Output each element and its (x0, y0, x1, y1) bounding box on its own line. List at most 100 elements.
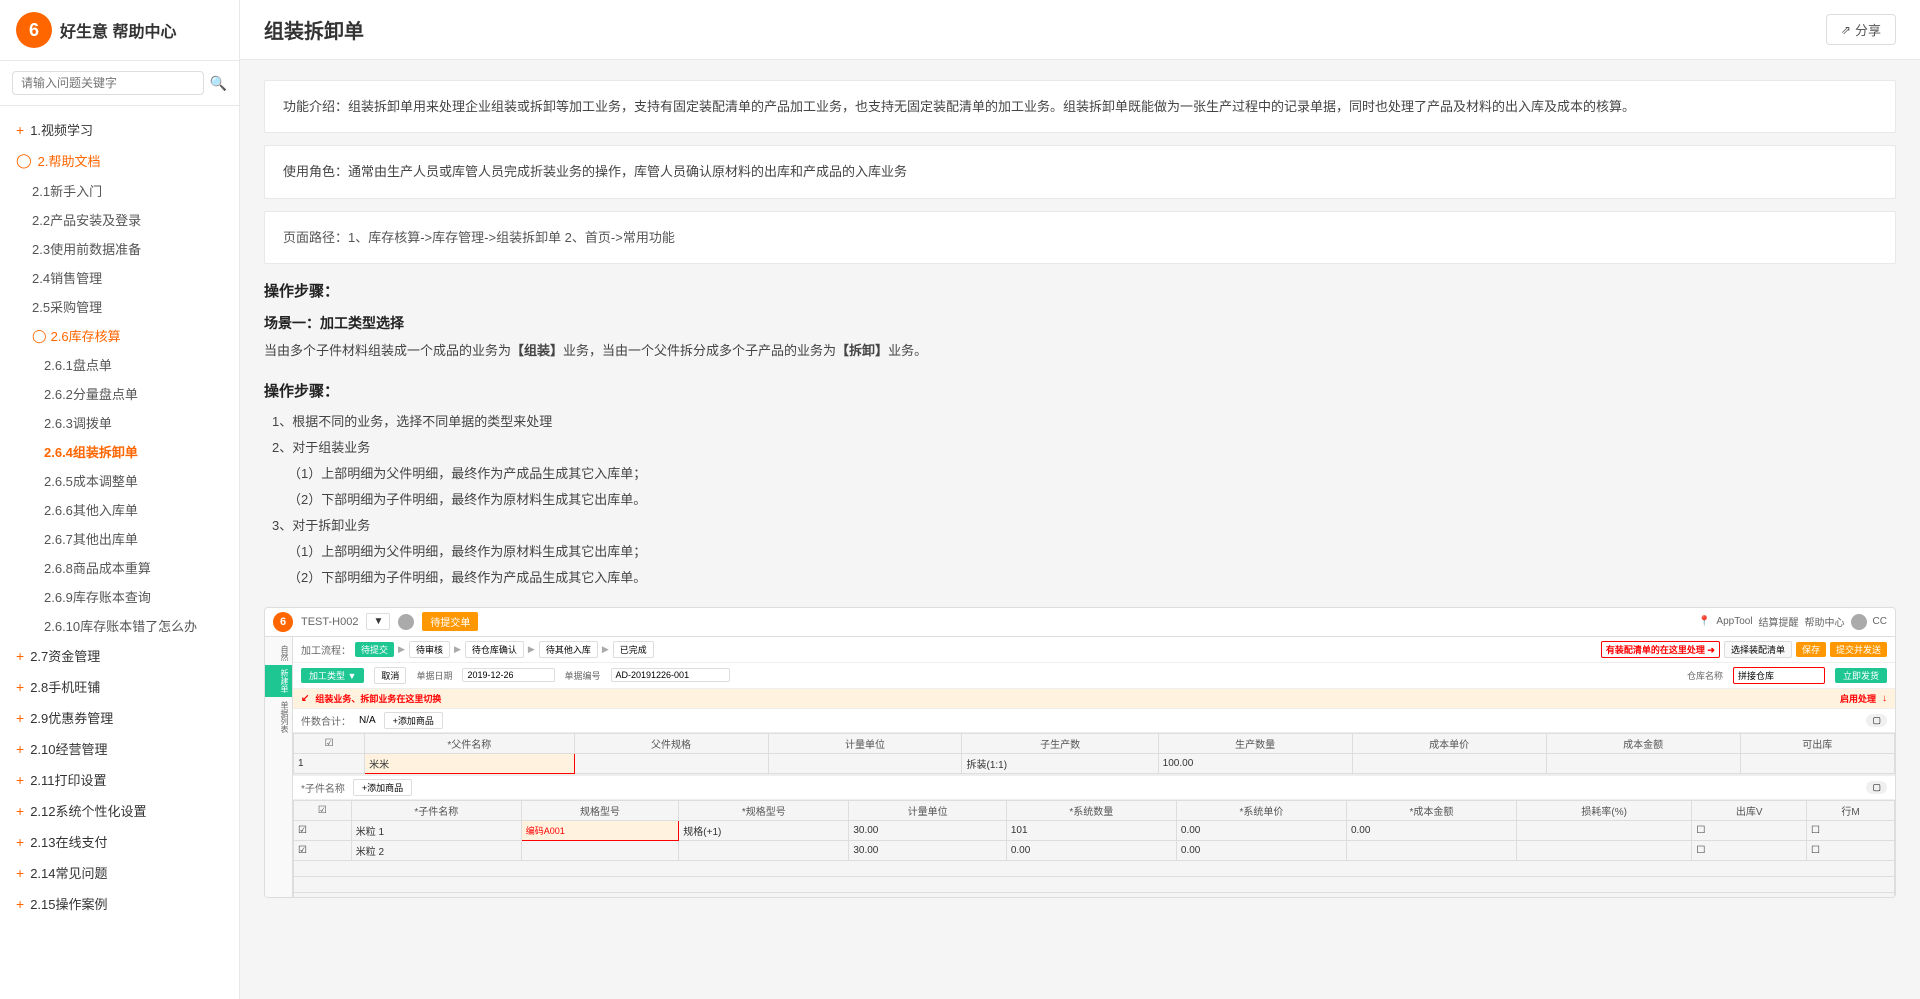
td-l-spec2 (679, 840, 849, 860)
sidebar-item-coupon[interactable]: + 2.9优惠券管理 (0, 702, 239, 733)
expand-icon: + (16, 122, 24, 138)
sidebar-item-assembly[interactable]: 2.6.4组装拆卸单 (0, 437, 239, 466)
td-l-check2: ☑ (294, 840, 352, 860)
main-body: 功能介绍：组装拆卸单用来处理企业组装或拆卸等加工业务，支持有固定装配清单的产品加… (240, 60, 1920, 999)
sidebar-item-sales[interactable]: 2.4销售管理 (0, 263, 239, 292)
sidebar-item-mobile[interactable]: + 2.8手机旺铺 (0, 671, 239, 702)
scene-title: 场景一：加工类型选择 (264, 313, 1896, 333)
td-l-loss2 (1516, 840, 1691, 860)
step2: 2、对于组装业务 (264, 435, 1896, 461)
td-l-code2 (521, 840, 679, 860)
sidebar-item-personalize[interactable]: + 2.12系统个性化设置 (0, 795, 239, 826)
sidebar-item-costadjust[interactable]: 2.6.5成本调整单 (0, 466, 239, 495)
step2-1: （1）上部明细为父件明细，最终作为产成品生成其它入库单； (264, 461, 1896, 487)
app-brand-icon: 6 (273, 612, 293, 632)
sidebar-item-onlinepay[interactable]: + 2.13在线支付 (0, 826, 239, 857)
app-warehouse-label: 仓库名称 (1687, 669, 1723, 682)
th-child-code: 规格型号 (521, 800, 679, 820)
app-screenshot: 6 TEST-H002 ▼ 待提交单 📍 AppTool 结算提醒 帮助中心 C… (265, 608, 1895, 897)
sidebar-item-goodscost[interactable]: 2.6.8商品成本重算 (0, 553, 239, 582)
td-parent-name: 米米 (365, 753, 574, 773)
td-empty-3 (294, 860, 1895, 876)
td-l-outv2: ☐ (1692, 840, 1807, 860)
th-child-loss: 损耗率(%) (1516, 800, 1691, 820)
td-l-outv: ☐ (1692, 820, 1807, 840)
sidebar-item-ops[interactable]: + 2.10经营管理 (0, 733, 239, 764)
td-l-code: 编码A001 (521, 820, 679, 840)
app-sidebar-tabs: 自然 新建单 单据列表 (265, 637, 293, 897)
page-title: 组装拆卸单 (264, 15, 364, 44)
breadcrumb-text: 页面路径：1、库存核算->库存管理->组装拆卸单 2、首页->常用功能 (283, 230, 675, 245)
td-parent-spec (574, 753, 768, 773)
app-process-bar: 加工流程： 待提交 ▶ 待审核 ▶ 待仓库确认 ▶ 待其他入库 ▶ 已完成 (293, 637, 1895, 663)
app-count-value: N/A (359, 715, 376, 726)
sidebar-item-stockerror[interactable]: 2.6.10库存账本错了怎么办 (0, 611, 239, 640)
td-planned: 拆装(1:1) (962, 753, 1158, 773)
ann-enable: 启用处理 (1840, 692, 1876, 705)
app-id: TEST-H002 (301, 616, 358, 628)
sidebar-item-purchase[interactable]: 2.5采购管理 (0, 292, 239, 321)
share-icon: ⇗ (1841, 23, 1851, 37)
step3-1: （1）上部明细为父件明细，最终作为原材料生成其它出库单； (264, 539, 1896, 565)
app-step-audit: 待审核 (409, 641, 450, 658)
sidebar-item-video[interactable]: + 1.视频学习 (0, 114, 239, 145)
search-input[interactable] (12, 71, 204, 95)
sidebar-item-install[interactable]: 2.2产品安装及登录 (0, 205, 239, 234)
app-date-value: 2019-12-26 (462, 668, 554, 682)
sidebar-item-otheroutbound[interactable]: 2.6.7其他出库单 (0, 524, 239, 553)
intro-block: 功能介绍：组装拆卸单用来处理企业组装或拆卸等加工业务，支持有固定装配清单的产品加… (264, 80, 1896, 133)
sidebar-item-partial[interactable]: 2.6.2分量盘点单 (0, 379, 239, 408)
step1: 1、根据不同的业务，选择不同单据的类型来处理 (264, 409, 1896, 435)
th-cost-amount: 成本金额 (1546, 733, 1740, 753)
th-check2: ☑ (294, 800, 352, 820)
td-index: 1 (294, 753, 365, 773)
td-l-cost-a2: 0.00 (1176, 840, 1346, 860)
app-step-arrow3: ▶ (528, 644, 535, 655)
app-step-done: 已完成 (613, 641, 654, 658)
sidebar-item-newbie[interactable]: 2.1新手入门 (0, 176, 239, 205)
th-child-spec: *规格型号 (679, 800, 849, 820)
sidebar-item-faq[interactable]: + 2.14常见问题 (0, 857, 239, 888)
app-annotation-row: ↙ 组装业务、拆卸业务在这里切换 启用处理 ↓ (293, 689, 1895, 709)
role-block: 使用角色：通常由生产人员或库管人员完成折装业务的操作，库管人员确认原材料的出库和… (264, 145, 1896, 198)
sidebar-item-finance[interactable]: + 2.7资金管理 (0, 640, 239, 671)
sidebar-item-prepare[interactable]: 2.3使用前数据准备 (0, 234, 239, 263)
app-lower-label-row: *子件名称 +添加商品 ▢ (293, 774, 1895, 800)
table-row: 1 米米 拆装(1:1) 100.00 (294, 753, 1895, 773)
sidebar-item-stocktake[interactable]: 2.6.1盘点单 (0, 350, 239, 379)
app-btn-save: 保存 (1796, 642, 1826, 657)
td-l-loss (1516, 820, 1691, 840)
app-lower-expand-btn: ▢ (1866, 781, 1887, 794)
app-upper-table: ☑ *父件名称 父件规格 计量单位 子生产数 生产数量 成本单价 成本金额 可出 (293, 733, 1895, 774)
sidebar-item-cases[interactable]: + 2.15操作案例 (0, 888, 239, 919)
app-left-tab-list: 单据列表 (265, 697, 292, 737)
td-l-name: 米粒 1 (351, 820, 521, 840)
app-step-label: 加工流程： (301, 642, 351, 657)
sidebar-item-adjust[interactable]: 2.6.3调拨单 (0, 408, 239, 437)
sidebar-item-otherinbound[interactable]: 2.6.6其他入库单 (0, 495, 239, 524)
th-check: ☑ (294, 733, 365, 753)
td-l-rowm: ☐ (1807, 820, 1895, 840)
app-add-lower-btn: +添加商品 (353, 779, 412, 796)
td-qty: 100.00 (1158, 753, 1352, 773)
app-alert-icon: 结算提醒 (1759, 614, 1799, 629)
sidebar-item-print[interactable]: + 2.11打印设置 (0, 764, 239, 795)
search-icon[interactable]: 🔍 (210, 75, 227, 92)
share-button[interactable]: ⇗ 分享 (1826, 14, 1896, 45)
app-icons: 📍 AppTool 结算提醒 帮助中心 CC (1698, 614, 1887, 630)
expand-icon-print: + (16, 772, 24, 788)
sidebar-item-docs[interactable]: ◯ 2.帮助文档 (0, 145, 239, 176)
sidebar-item-stockcheck[interactable]: 2.6.9库存账本查询 (0, 582, 239, 611)
sidebar-item-inventory[interactable]: ◯2.6库存核算 (0, 321, 239, 350)
app-count-label: 件数合计： (301, 713, 351, 728)
app-step-arrow2: ▶ (454, 644, 461, 655)
app-warehouse-value: 拼接仓库 (1733, 667, 1825, 684)
app-date-label: 单据日期 (416, 669, 452, 682)
role-text: 使用角色：通常由生产人员或库管人员完成折装业务的操作，库管人员确认原材料的出库和… (283, 164, 907, 179)
ann-assembly-switch: 组装业务、拆卸业务在这里切换 (315, 692, 441, 705)
app-step-submit: 待提交 (355, 642, 394, 657)
logo-icon: 6 (16, 12, 52, 48)
td-cost-amount (1546, 753, 1740, 773)
main-area: 组装拆卸单 ⇗ 分享 功能介绍：组装拆卸单用来处理企业组装或拆卸等加工业务，支持… (240, 0, 1920, 999)
app-left-tab: 自然 (265, 641, 292, 665)
